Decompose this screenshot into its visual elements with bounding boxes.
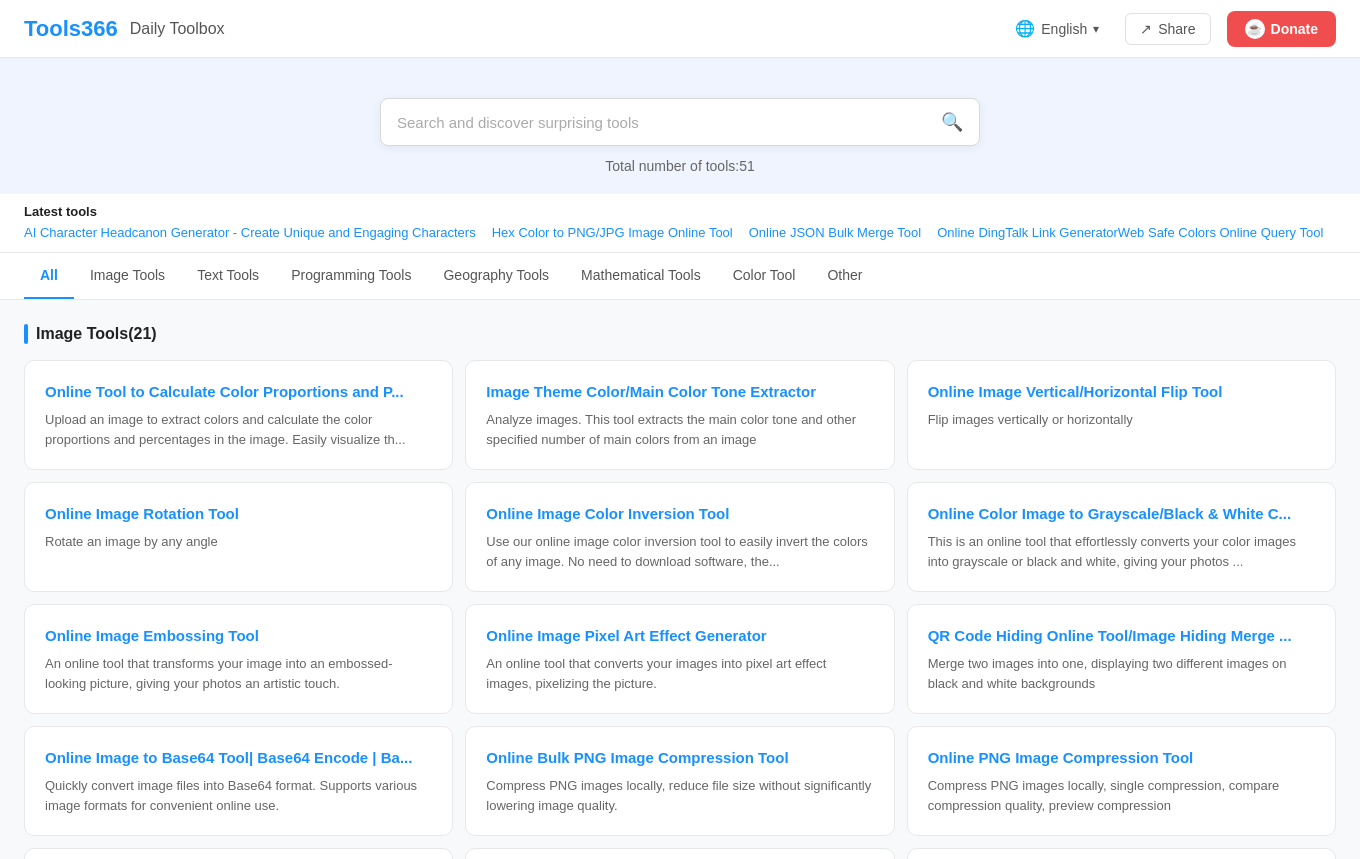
tab-geography-tools[interactable]: Geography Tools [427, 253, 565, 299]
tool-desc-embossing: An online tool that transforms your imag… [45, 654, 432, 693]
tool-card-grayscale[interactable]: Online Color Image to Grayscale/Black & … [907, 482, 1336, 592]
latest-link-3[interactable]: Online DingTalk Link Generator [937, 225, 1118, 240]
header-right: 🌐 English ▾ ↗ Share ☕ Donate [1005, 11, 1336, 47]
logo-text: Tools366 [24, 16, 118, 42]
latest-tools-label: Latest tools [24, 204, 1336, 219]
tool-title-pixel-art: Online Image Pixel Art Effect Generator [486, 625, 873, 646]
tool-desc-qr-hiding: Merge two images into one, displaying tw… [928, 654, 1315, 693]
header: Tools366 Daily Toolbox 🌐 English ▾ ↗ Sha… [0, 0, 1360, 58]
tool-card-rotation[interactable]: Online Image Rotation Tool Rotate an ima… [24, 482, 453, 592]
search-box: 🔍 [380, 98, 980, 146]
tool-card-image-compress[interactable]: Online Image Compression Tool Locally co… [465, 848, 894, 859]
daily-toolbox-label: Daily Toolbox [130, 20, 225, 38]
donate-button[interactable]: ☕ Donate [1227, 11, 1336, 47]
tool-title-base64: Online Image to Base64 Tool| Base64 Enco… [45, 747, 432, 768]
tool-card-png-compress[interactable]: Online PNG Image Compression Tool Compre… [907, 726, 1336, 836]
tool-title-color-proportions: Online Tool to Calculate Color Proportio… [45, 381, 432, 402]
latest-link-4[interactable]: Web Safe Colors Online Query Tool [1118, 225, 1323, 240]
tool-title-qr-hiding: QR Code Hiding Online Tool/Image Hiding … [928, 625, 1315, 646]
chevron-down-icon: ▾ [1093, 22, 1099, 36]
latest-tools-bar: Latest tools AI Character Headcanon Gene… [0, 194, 1360, 253]
language-button[interactable]: 🌐 English ▾ [1005, 13, 1109, 44]
image-tools-section-title: Image Tools(21) [24, 324, 1336, 344]
kofi-icon: ☕ [1245, 19, 1265, 39]
tool-card-color-tone[interactable]: Image Theme Color/Main Color Tone Extrac… [465, 360, 894, 470]
tool-title-png-compress: Online PNG Image Compression Tool [928, 747, 1315, 768]
tool-title-color-tone: Image Theme Color/Main Color Tone Extrac… [486, 381, 873, 402]
tool-title-bulk-png-compress: Online Bulk PNG Image Compression Tool [486, 747, 873, 768]
latest-link-2[interactable]: Online JSON Bulk Merge Tool [749, 225, 921, 240]
tool-card-image-resize[interactable]: Online Image Resizing Tool Resize images… [907, 848, 1336, 859]
globe-icon: 🌐 [1015, 19, 1035, 38]
latest-links: AI Character Headcanon Generator - Creat… [24, 225, 1336, 240]
share-button[interactable]: ↗ Share [1125, 13, 1210, 45]
tool-desc-pixel-art: An online tool that converts your images… [486, 654, 873, 693]
tool-title-embossing: Online Image Embossing Tool [45, 625, 432, 646]
search-area: 🔍 Total number of tools:51 [0, 58, 1360, 194]
tool-card-color-inversion[interactable]: Online Image Color Inversion Tool Use ou… [465, 482, 894, 592]
tab-programming-tools[interactable]: Programming Tools [275, 253, 427, 299]
total-count: Total number of tools:51 [20, 158, 1340, 174]
main-content: Image Tools(21) Online Tool to Calculate… [0, 300, 1360, 859]
tool-card-embossing[interactable]: Online Image Embossing Tool An online to… [24, 604, 453, 714]
tool-card-pixel-art[interactable]: Online Image Pixel Art Effect Generator … [465, 604, 894, 714]
tool-desc-color-proportions: Upload an image to extract colors and ca… [45, 410, 432, 449]
tool-desc-flip: Flip images vertically or horizontally [928, 410, 1315, 430]
tool-card-qr-hiding[interactable]: QR Code Hiding Online Tool/Image Hiding … [907, 604, 1336, 714]
latest-link-1[interactable]: Hex Color to PNG/JPG Image Online Tool [492, 225, 733, 240]
tab-other[interactable]: Other [811, 253, 878, 299]
donate-label: Donate [1271, 21, 1318, 37]
tool-card-flip[interactable]: Online Image Vertical/Horizontal Flip To… [907, 360, 1336, 470]
share-icon: ↗ [1140, 21, 1152, 37]
tool-grid: Online Tool to Calculate Color Proportio… [24, 360, 1336, 859]
logo-link[interactable]: Tools366 Daily Toolbox [24, 16, 225, 42]
tool-desc-rotation: Rotate an image by any angle [45, 532, 432, 552]
share-label: Share [1158, 21, 1195, 37]
tool-desc-base64: Quickly convert image files into Base64 … [45, 776, 432, 815]
tool-card-bulk-png-compress[interactable]: Online Bulk PNG Image Compression Tool C… [465, 726, 894, 836]
language-label: English [1041, 21, 1087, 37]
search-icon: 🔍 [941, 111, 963, 133]
tab-image-tools[interactable]: Image Tools [74, 253, 181, 299]
tool-title-grayscale: Online Color Image to Grayscale/Black & … [928, 503, 1315, 524]
search-button[interactable]: 🔍 [925, 99, 979, 145]
tabs-row: All Image Tools Text Tools Programming T… [24, 253, 1336, 299]
tool-desc-grayscale: This is an online tool that effortlessly… [928, 532, 1315, 571]
latest-link-0[interactable]: AI Character Headcanon Generator - Creat… [24, 225, 476, 240]
tab-color-tool[interactable]: Color Tool [717, 253, 812, 299]
tool-card-base64[interactable]: Online Image to Base64 Tool| Base64 Enco… [24, 726, 453, 836]
tool-card-color-proportions[interactable]: Online Tool to Calculate Color Proportio… [24, 360, 453, 470]
tool-desc-color-inversion: Use our online image color inversion too… [486, 532, 873, 571]
tabs-area: All Image Tools Text Tools Programming T… [0, 253, 1360, 300]
tool-desc-color-tone: Analyze images. This tool extracts the m… [486, 410, 873, 449]
tab-mathematical-tools[interactable]: Mathematical Tools [565, 253, 717, 299]
tool-title-flip: Online Image Vertical/Horizontal Flip To… [928, 381, 1315, 402]
tool-title-rotation: Online Image Rotation Tool [45, 503, 432, 524]
search-input[interactable] [381, 100, 925, 145]
tab-text-tools[interactable]: Text Tools [181, 253, 275, 299]
tab-all[interactable]: All [24, 253, 74, 299]
tool-desc-bulk-png-compress: Compress PNG images locally, reduce file… [486, 776, 873, 815]
tool-title-color-inversion: Online Image Color Inversion Tool [486, 503, 873, 524]
tool-card-bulk-compress[interactable]: Online Bulk Image Compression Tool Compr… [24, 848, 453, 859]
tool-desc-png-compress: Compress PNG images locally, single comp… [928, 776, 1315, 815]
